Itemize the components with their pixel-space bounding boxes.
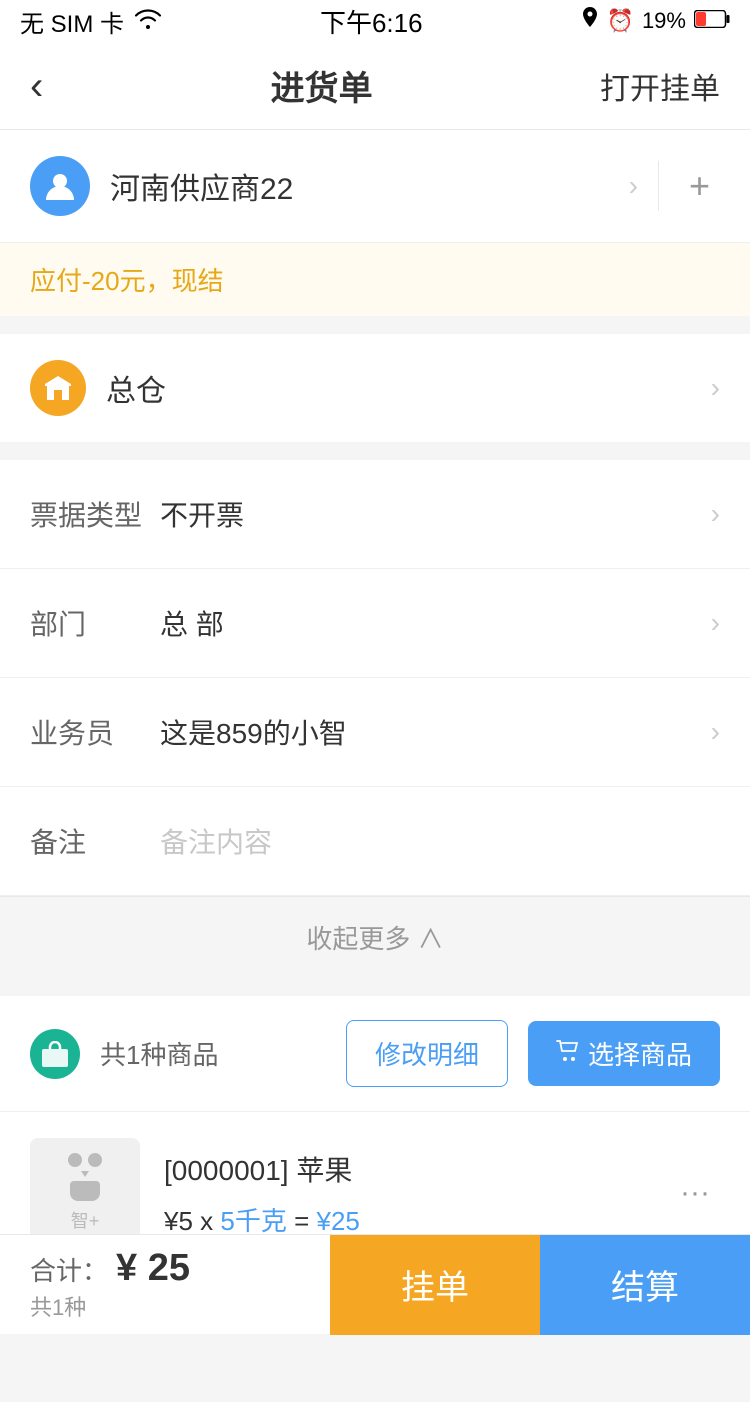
- carrier-text: 无 SIM 卡: [20, 4, 124, 39]
- warehouse-chevron-icon: ›: [711, 372, 720, 404]
- page-title: 进货单: [271, 61, 373, 110]
- product-info: [0000001] 苹果 ¥5 x 5千克 = ¥25: [164, 1149, 670, 1238]
- product-name: [0000001] 苹果: [164, 1149, 670, 1189]
- payment-hint: 应付-20元，现结: [0, 243, 750, 316]
- select-product-label: 选择商品: [588, 1035, 692, 1072]
- product-thumbnail: 智+: [30, 1138, 140, 1248]
- warehouse-row[interactable]: 总仓 ›: [0, 334, 750, 442]
- status-time: 下午6:16: [320, 3, 423, 40]
- quantity-value: 5千克: [220, 1206, 286, 1236]
- total-info: 合计： ¥ 25: [30, 1247, 300, 1290]
- invoice-chevron-icon: ›: [711, 498, 720, 530]
- back-button[interactable]: ‹: [30, 66, 43, 106]
- total-label: 合计：: [30, 1251, 108, 1288]
- salesman-chevron-icon: ›: [711, 716, 720, 748]
- supplier-name: 河南供应商22: [110, 164, 629, 208]
- department-label: 部门: [30, 603, 160, 643]
- more-button[interactable]: ···: [670, 1166, 720, 1220]
- product-price: ¥5 x 5千克 = ¥25: [164, 1201, 670, 1238]
- total-section: 合计： ¥ 25 共1种: [0, 1247, 330, 1322]
- alarm-icon: ⏰: [607, 8, 634, 34]
- status-right: ⏰ 19%: [581, 7, 730, 35]
- department-value: 总 部: [160, 603, 711, 643]
- supplier-row[interactable]: 河南供应商22 › +: [0, 130, 750, 243]
- divider: [658, 161, 659, 211]
- product-count-icon: [30, 1029, 80, 1079]
- wifi-icon: [134, 7, 162, 36]
- product-count-text: 共1种商品: [100, 1035, 326, 1072]
- salesman-label: 业务员: [30, 712, 160, 752]
- total-count: 共1种: [30, 1290, 300, 1322]
- settle-button[interactable]: 结算: [540, 1235, 750, 1335]
- warehouse-name: 总仓: [106, 366, 711, 410]
- salesman-row[interactable]: 业务员 这是859的小智 ›: [0, 678, 750, 787]
- total-value: ¥25: [317, 1206, 360, 1236]
- price-value: ¥5: [164, 1206, 193, 1236]
- form-card: 票据类型 不开票 › 部门 总 部 › 业务员 这是859的小智 › 备注 备注…: [0, 460, 750, 978]
- battery-icon: [694, 8, 730, 34]
- remark-input[interactable]: 备注内容: [160, 821, 720, 861]
- bottom-bar: 合计： ¥ 25 共1种 挂单 结算: [0, 1234, 750, 1334]
- status-left: 无 SIM 卡: [20, 4, 162, 39]
- product-code: [0000001]: [164, 1155, 296, 1186]
- supplier-card: 河南供应商22 › + 应付-20元，现结: [0, 130, 750, 316]
- status-bar: 无 SIM 卡 下午6:16 ⏰ 19%: [0, 0, 750, 42]
- warehouse-card: 总仓 ›: [0, 334, 750, 442]
- remark-row[interactable]: 备注 备注内容: [0, 787, 750, 896]
- department-row[interactable]: 部门 总 部 ›: [0, 569, 750, 678]
- invoice-type-row[interactable]: 票据类型 不开票 ›: [0, 460, 750, 569]
- warehouse-icon: [30, 360, 86, 416]
- supplier-chevron-icon: ›: [629, 170, 638, 202]
- battery-text: 19%: [642, 8, 686, 34]
- hang-button[interactable]: 挂单: [330, 1235, 540, 1335]
- remark-label: 备注: [30, 821, 160, 861]
- collapse-text: 收起更多 ∧: [306, 919, 443, 956]
- open-pending-button[interactable]: 打开挂单: [600, 64, 720, 108]
- invoice-label: 票据类型: [30, 494, 160, 534]
- supplier-avatar: [30, 156, 90, 216]
- content-area: 河南供应商22 › + 应付-20元，现结 总仓 › 票据类型 不开票 ›: [0, 130, 750, 1402]
- salesman-value: 这是859的小智: [160, 712, 711, 752]
- cart-icon: [556, 1038, 580, 1069]
- add-supplier-button[interactable]: +: [679, 165, 720, 207]
- collapse-button[interactable]: 收起更多 ∧: [0, 896, 750, 978]
- products-header: 共1种商品 修改明细 选择商品: [0, 996, 750, 1111]
- location-icon: [581, 7, 599, 35]
- department-chevron-icon: ›: [711, 607, 720, 639]
- nav-bar: ‹ 进货单 打开挂单: [0, 42, 750, 130]
- edit-detail-button[interactable]: 修改明细: [346, 1020, 508, 1087]
- invoice-value: 不开票: [160, 494, 711, 534]
- total-amount: ¥ 25: [116, 1247, 190, 1290]
- select-product-button[interactable]: 选择商品: [528, 1021, 720, 1086]
- products-card: 共1种商品 修改明细 选择商品: [0, 996, 750, 1274]
